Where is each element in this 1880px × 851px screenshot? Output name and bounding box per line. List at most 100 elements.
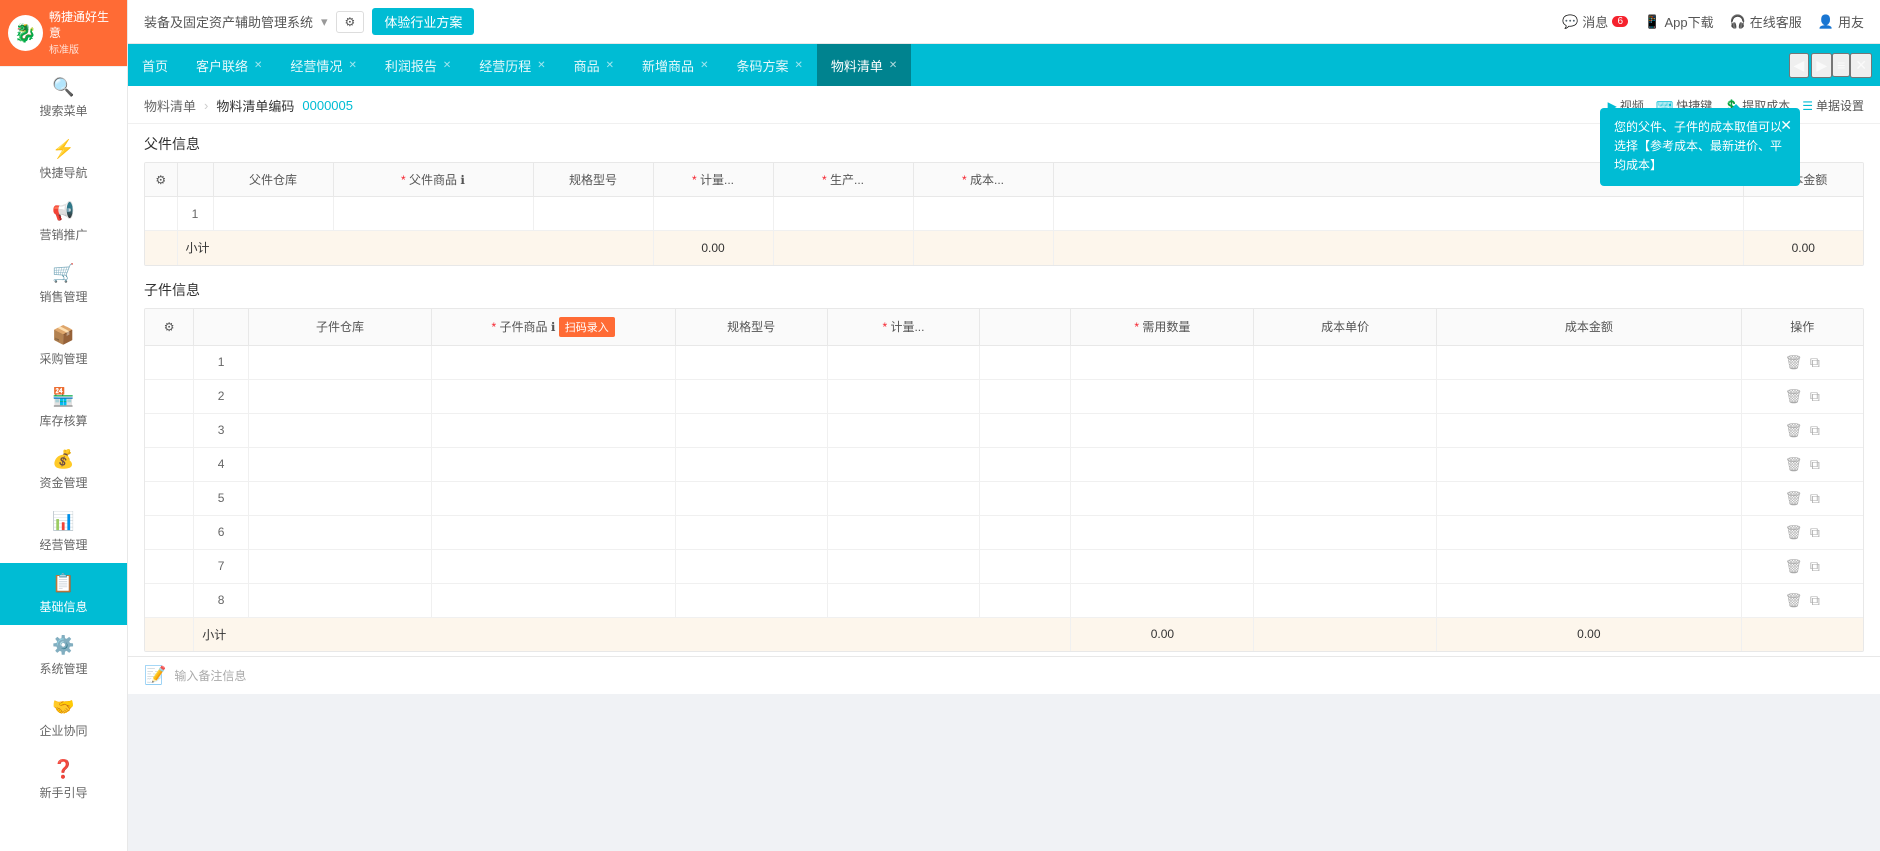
sidebar-item-marketing[interactable]: 📢 营销推广 bbox=[0, 191, 127, 253]
child-row3-product[interactable] bbox=[431, 413, 675, 447]
child-row3-unit-cost[interactable] bbox=[1254, 413, 1437, 447]
settings-button[interactable]: ⚙ bbox=[336, 11, 365, 33]
breadcrumb-bom[interactable]: 物料清单 bbox=[144, 96, 196, 115]
sidebar-item-operations[interactable]: 📊 经营管理 bbox=[0, 501, 127, 563]
tab-customer[interactable]: 客户联络 ✕ bbox=[182, 44, 276, 86]
copy-icon[interactable]: ⧉ bbox=[1810, 490, 1820, 506]
tab-operations-close-icon[interactable]: ✕ bbox=[348, 60, 356, 71]
child-row7-spec[interactable] bbox=[675, 549, 827, 583]
tab-profit-close-icon[interactable]: ✕ bbox=[443, 60, 451, 71]
child-row8-warehouse[interactable] bbox=[249, 583, 432, 617]
child-row1-product[interactable] bbox=[431, 345, 675, 379]
child-row5-unit-cost[interactable] bbox=[1254, 481, 1437, 515]
delete-icon[interactable]: 🗑 bbox=[1785, 388, 1803, 404]
tab-customer-close-icon[interactable]: ✕ bbox=[254, 60, 262, 71]
child-row7-unit[interactable] bbox=[827, 549, 979, 583]
tab-next-button[interactable]: ▶ bbox=[1811, 53, 1832, 78]
tab-barcode-close-icon[interactable]: ✕ bbox=[794, 60, 802, 71]
child-row8-spec[interactable] bbox=[675, 583, 827, 617]
sidebar-item-search[interactable]: 🔍 搜索菜单 bbox=[0, 66, 127, 129]
tab-menu-button[interactable]: ≡ bbox=[1832, 53, 1850, 77]
tab-operations[interactable]: 经营情况 ✕ bbox=[276, 44, 370, 86]
sidebar-item-finance[interactable]: 💰 资金管理 bbox=[0, 439, 127, 501]
child-row5-spec[interactable] bbox=[675, 481, 827, 515]
child-row3-spec[interactable] bbox=[675, 413, 827, 447]
scan-button[interactable]: 扫码录入 bbox=[559, 317, 615, 337]
delete-icon[interactable]: 🗑 bbox=[1785, 592, 1803, 608]
copy-icon[interactable]: ⧉ bbox=[1810, 456, 1820, 472]
child-row2-unit-cost[interactable] bbox=[1254, 379, 1437, 413]
child-row2-product[interactable] bbox=[431, 379, 675, 413]
delete-icon[interactable]: 🗑 bbox=[1785, 456, 1803, 472]
child-row5-product[interactable] bbox=[431, 481, 675, 515]
child-row3-qty[interactable] bbox=[1071, 413, 1254, 447]
sidebar-item-basic[interactable]: 📋 基础信息 bbox=[0, 563, 127, 625]
tooltip-close-button[interactable]: ✕ bbox=[1780, 114, 1792, 136]
parent-row1-product[interactable] bbox=[333, 197, 533, 231]
parent-row1-produce[interactable] bbox=[773, 197, 913, 231]
child-row6-qty[interactable] bbox=[1071, 515, 1254, 549]
sidebar-item-inventory[interactable]: 🏪 库存核算 bbox=[0, 377, 127, 439]
sidebar-item-sales[interactable]: 🛒 销售管理 bbox=[0, 253, 127, 315]
tab-home[interactable]: 首页 bbox=[128, 44, 182, 86]
child-row7-unit-cost[interactable] bbox=[1254, 549, 1437, 583]
tab-history-close-icon[interactable]: ✕ bbox=[537, 60, 545, 71]
tab-goods-close-icon[interactable]: ✕ bbox=[606, 60, 614, 71]
child-row1-unit[interactable] bbox=[827, 345, 979, 379]
child-row2-spec[interactable] bbox=[675, 379, 827, 413]
child-row4-unit[interactable] bbox=[827, 447, 979, 481]
child-row1-warehouse[interactable] bbox=[249, 345, 432, 379]
delete-icon[interactable]: 🗑 bbox=[1785, 354, 1803, 370]
copy-icon[interactable]: ⧉ bbox=[1810, 558, 1820, 574]
tab-close-all-button[interactable]: ✕ bbox=[1850, 53, 1872, 78]
child-row5-unit[interactable] bbox=[827, 481, 979, 515]
copy-icon[interactable]: ⧉ bbox=[1810, 592, 1820, 608]
user-button[interactable]: 👤 用友 bbox=[1818, 12, 1864, 31]
child-row7-qty[interactable] bbox=[1071, 549, 1254, 583]
child-row8-product[interactable] bbox=[431, 583, 675, 617]
tab-prev-button[interactable]: ◀ bbox=[1789, 53, 1810, 78]
doc-settings-action[interactable]: ☰ 单据设置 bbox=[1802, 97, 1864, 114]
child-row6-product[interactable] bbox=[431, 515, 675, 549]
child-row1-qty[interactable] bbox=[1071, 345, 1254, 379]
child-row3-unit[interactable] bbox=[827, 413, 979, 447]
online-service-button[interactable]: 🎧 在线客服 bbox=[1730, 12, 1802, 31]
copy-icon[interactable]: ⧉ bbox=[1810, 524, 1820, 540]
child-row4-qty[interactable] bbox=[1071, 447, 1254, 481]
delete-icon[interactable]: 🗑 bbox=[1785, 524, 1803, 540]
child-row4-warehouse[interactable] bbox=[249, 447, 432, 481]
child-row4-spec[interactable] bbox=[675, 447, 827, 481]
child-row4-product[interactable] bbox=[431, 447, 675, 481]
child-row6-warehouse[interactable] bbox=[249, 515, 432, 549]
tab-history[interactable]: 经营历程 ✕ bbox=[465, 44, 559, 86]
delete-icon[interactable]: 🗑 bbox=[1785, 422, 1803, 438]
sidebar-item-quick-nav[interactable]: ⚡ 快捷导航 bbox=[0, 129, 127, 191]
delete-icon[interactable]: 🗑 bbox=[1785, 558, 1803, 574]
tab-goods[interactable]: 商品 ✕ bbox=[560, 44, 628, 86]
child-row2-qty[interactable] bbox=[1071, 379, 1254, 413]
tab-new-goods-close-icon[interactable]: ✕ bbox=[700, 60, 708, 71]
tab-barcode[interactable]: 条码方案 ✕ bbox=[722, 44, 816, 86]
tab-bom[interactable]: 物料清单 ✕ bbox=[817, 44, 911, 86]
child-row4-unit-cost[interactable] bbox=[1254, 447, 1437, 481]
child-row3-warehouse[interactable] bbox=[249, 413, 432, 447]
parent-row1-warehouse[interactable] bbox=[213, 197, 333, 231]
child-row2-unit[interactable] bbox=[827, 379, 979, 413]
copy-icon[interactable]: ⧉ bbox=[1810, 354, 1820, 370]
parent-row1-spec[interactable] bbox=[533, 197, 653, 231]
child-row5-warehouse[interactable] bbox=[249, 481, 432, 515]
parent-col-settings[interactable]: ⚙ bbox=[145, 163, 177, 197]
parent-row1-unit[interactable] bbox=[653, 197, 773, 231]
tab-profit[interactable]: 利润报告 ✕ bbox=[371, 44, 465, 86]
child-row8-unit[interactable] bbox=[827, 583, 979, 617]
child-row7-product[interactable] bbox=[431, 549, 675, 583]
delete-icon[interactable]: 🗑 bbox=[1785, 490, 1803, 506]
child-row8-qty[interactable] bbox=[1071, 583, 1254, 617]
sidebar-item-system[interactable]: ⚙️ 系统管理 bbox=[0, 625, 127, 687]
child-row1-spec[interactable] bbox=[675, 345, 827, 379]
child-row1-unit-cost[interactable] bbox=[1254, 345, 1437, 379]
message-button[interactable]: 💬 消息 6 bbox=[1562, 12, 1628, 31]
experience-button[interactable]: 体验行业方案 bbox=[372, 8, 474, 35]
child-col-settings[interactable]: ⚙ bbox=[145, 309, 194, 346]
child-row2-warehouse[interactable] bbox=[249, 379, 432, 413]
